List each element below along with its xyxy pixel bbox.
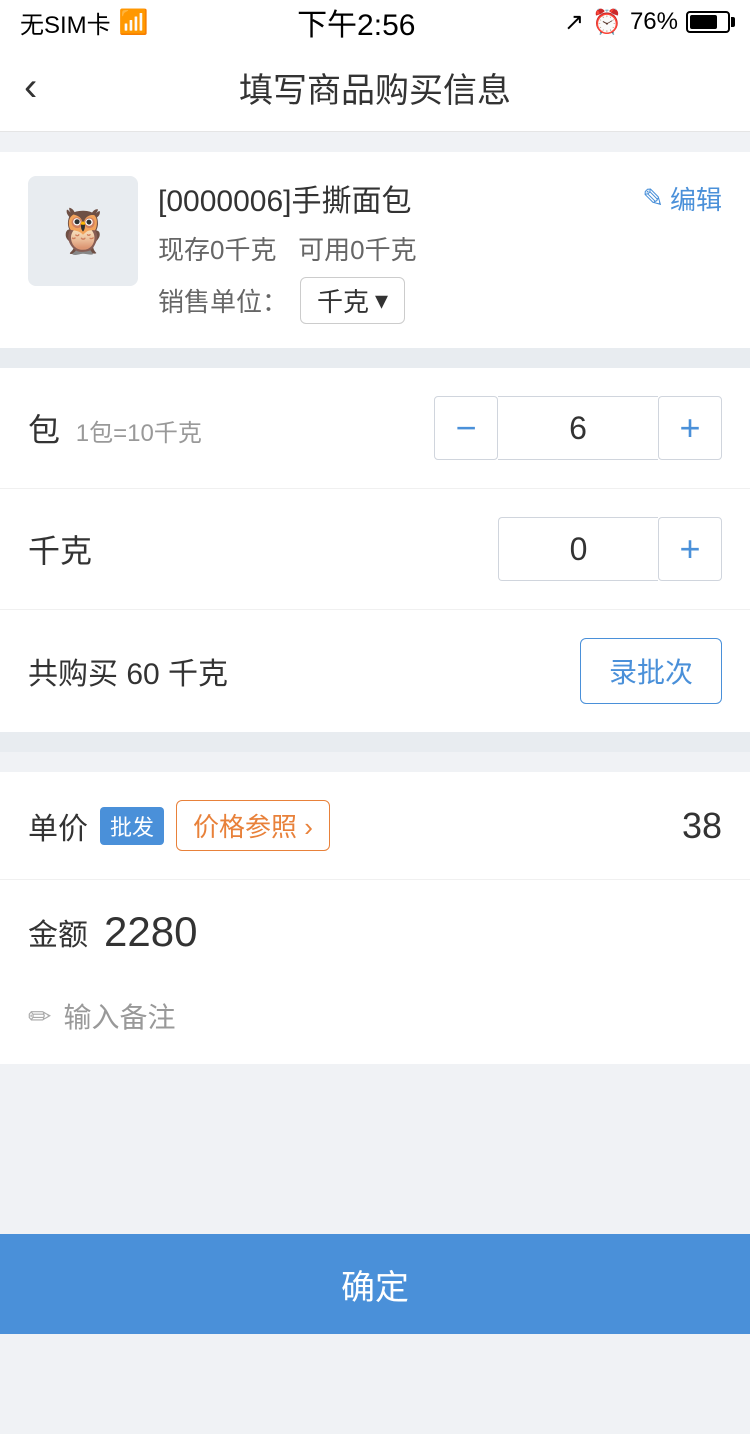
no-sim-label: 无SIM卡 [20,5,111,40]
remark-row[interactable]: ✏ 输入备注 [28,976,722,1064]
section-divider-2 [0,732,750,752]
confirm-button[interactable]: 确定 [0,1234,750,1334]
kg-input-row: 千克 + [0,489,750,610]
edit-icon: ✎ [642,183,664,214]
page-title: 填写商品购买信息 [239,63,511,112]
kg-quantity-input[interactable] [498,517,658,581]
stock-available: 可用0千克 [298,235,416,265]
remark-placeholder: 输入备注 [63,996,175,1036]
price-value: 38 [682,805,722,847]
section-divider-1 [0,348,750,368]
wifi-icon: 📶 [119,8,149,37]
stock-current: 现存0千克 [158,235,276,265]
kg-plus-button[interactable]: + [658,517,722,581]
price-section: 单价 批发 价格参照 › 38 [0,772,750,880]
product-info: [0000006]手撕面包 现存0千克 可用0千克 销售单位： 千克 ▾ [158,176,722,324]
amount-value: 2280 [104,908,197,956]
product-thumbnail: 🦉 [28,176,138,286]
status-left: 无SIM卡 📶 [20,5,149,40]
unit-value: 千克 [317,282,369,319]
unit-dropdown-icon: ▾ [375,285,388,316]
price-tag-pifa: 批发 [100,807,164,845]
status-right: ↗ ⏰ 76% [564,8,730,37]
edit-label: 编辑 [670,180,722,217]
kg-label: 千克 [28,526,92,572]
amount-row: 金额 2280 [28,908,722,956]
edit-button[interactable]: ✎ 编辑 [642,180,722,217]
pack-plus-button[interactable]: + [658,396,722,460]
pack-quantity-input[interactable] [498,396,658,460]
summary-text: 共购买 60 千克 [28,649,228,693]
status-time: 下午2:56 [297,0,415,44]
summary-row: 共购买 60 千克 录批次 [0,610,750,732]
price-ref-button[interactable]: 价格参照 › [176,800,330,851]
pack-label-group: 包 1包=10千克 [28,405,202,451]
battery-icon [686,11,730,33]
amount-label: 金额 [28,910,88,954]
amount-section: 金额 2280 ✏ 输入备注 [0,880,750,1064]
pencil-icon: ✏ [28,1000,51,1033]
batch-button[interactable]: 录批次 [580,638,722,704]
price-label-group: 单价 批发 价格参照 › [28,800,330,851]
unit-select[interactable]: 千克 ▾ [300,277,405,324]
product-unit-row: 销售单位： 千克 ▾ [158,277,722,324]
location-icon: ↗ [564,8,584,37]
pack-minus-button[interactable]: − [434,396,498,460]
alarm-icon: ⏰ [592,8,622,37]
kg-stepper: + [498,517,722,581]
nav-bar: ‹ 填写商品购买信息 [0,44,750,132]
battery-percent: 76% [630,8,678,36]
product-owl-icon: 🦉 [56,205,111,257]
status-bar: 无SIM卡 📶 下午2:56 ↗ ⏰ 76% [0,0,750,44]
pack-label: 包 [28,412,60,448]
unit-label: 销售单位： [158,282,288,319]
back-button[interactable]: ‹ [24,65,37,110]
price-label: 单价 [28,804,88,848]
pack-stepper: − + [434,396,722,460]
product-stock: 现存0千克 可用0千克 [158,230,722,267]
product-card: 🦉 [0000006]手撕面包 现存0千克 可用0千克 销售单位： 千克 ▾ ✎… [0,152,750,348]
product-name: [0000006]手撕面包 [158,176,722,220]
pack-sub-label: 1包=10千克 [76,420,202,447]
pack-input-row: 包 1包=10千克 − + [0,368,750,489]
